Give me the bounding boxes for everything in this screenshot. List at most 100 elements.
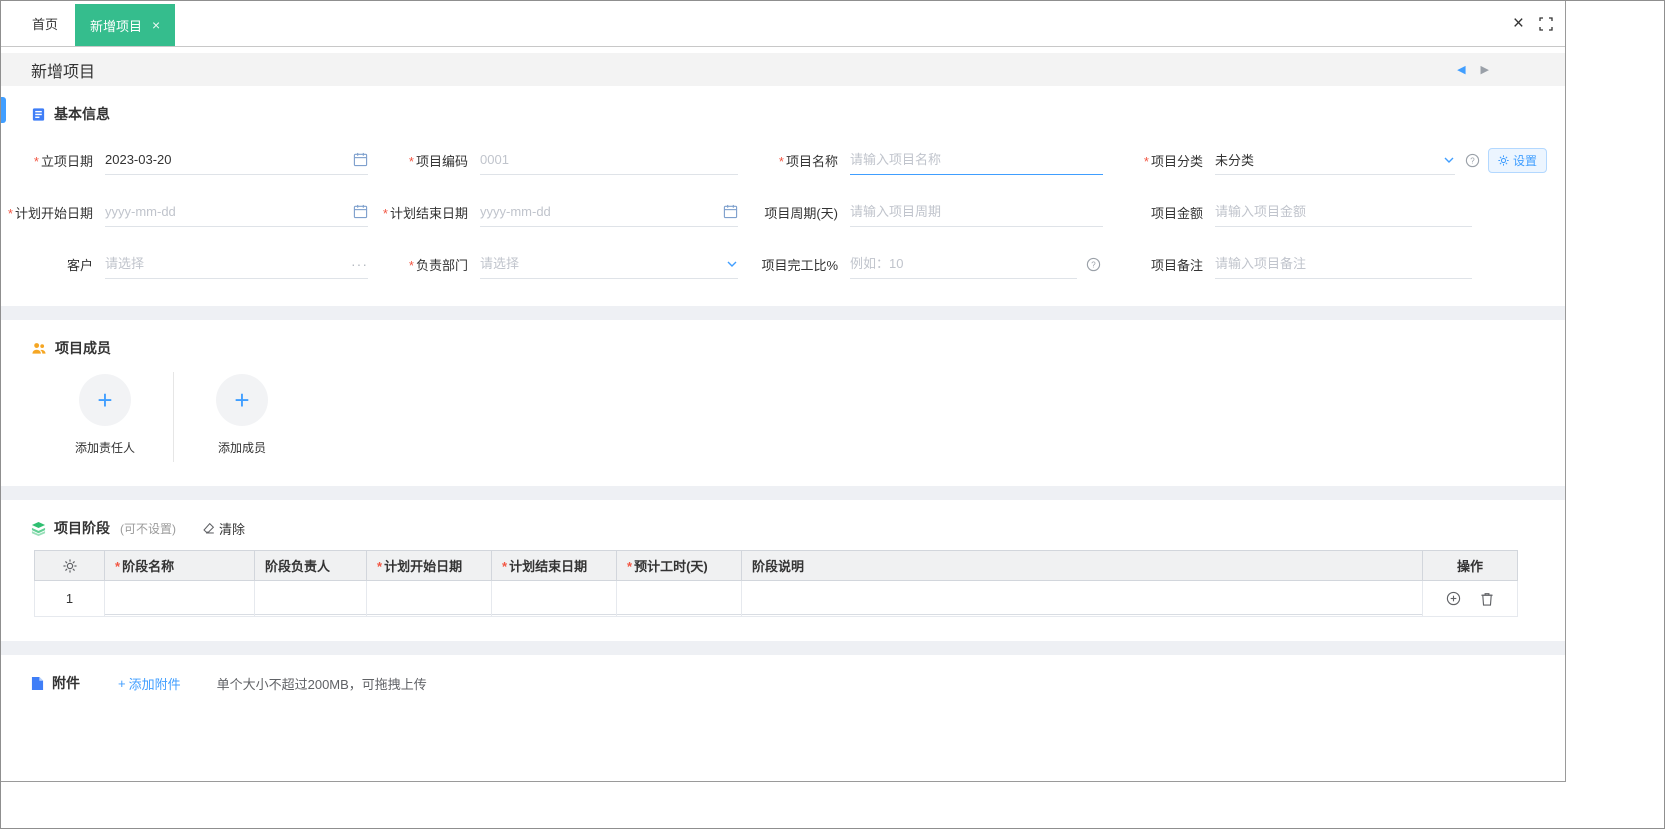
project-remark-label-text: 项目备注 <box>1150 257 1203 273</box>
phase-plan-end-input[interactable] <box>492 582 616 615</box>
field-plan-end: * 计划结束日期 <box>376 196 746 228</box>
clear-icon <box>202 522 215 535</box>
plan-end-control <box>480 197 738 227</box>
clear-phases-button[interactable]: 清除 <box>202 519 245 538</box>
phase-est-hours-input[interactable] <box>617 582 741 615</box>
row-actions <box>1422 580 1518 617</box>
plan-end-label-text: 计划结束日期 <box>389 205 468 221</box>
completion-pct-label-text: 项目完工比% <box>761 257 838 273</box>
chevron-down-icon[interactable] <box>1443 154 1455 166</box>
project-period-input[interactable] <box>850 197 1103 226</box>
field-project-remark: 项目备注 <box>1111 248 1565 280</box>
field-project-date: * 立项日期 <box>1 144 376 176</box>
add-member-label: 添加成员 <box>217 441 266 455</box>
phase-table: * 阶段名称 阶段负责人 * 计划开始日期 * 计划结束日期 * 预计工时(天) 阶段说… <box>34 550 1518 617</box>
phase-plan-start-input[interactable] <box>367 582 491 615</box>
svg-text:?: ? <box>1470 156 1475 165</box>
plan-start-input[interactable] <box>105 197 347 226</box>
page-title: 新增项目 <box>31 63 96 81</box>
project-name-input[interactable] <box>850 145 1103 174</box>
close-icon[interactable]: × <box>1513 14 1524 33</box>
project-remark-input[interactable] <box>1215 249 1472 278</box>
attachment-icon <box>31 676 44 691</box>
add-attachment-button[interactable]: + 添加附件 <box>118 674 181 693</box>
project-remark-label: 项目备注 <box>1111 255 1215 274</box>
add-owner-button[interactable]: + 添加责任人 <box>51 374 159 456</box>
col-header-text: 计划开始日期 <box>384 559 463 574</box>
next-arrow-icon[interactable]: ▶ <box>1481 63 1489 76</box>
department-label: * 负责部门 <box>376 255 480 274</box>
project-date-control <box>105 145 368 175</box>
project-code-input[interactable] <box>480 145 738 174</box>
tab-new-project[interactable]: 新增项目 × <box>75 4 176 46</box>
prev-arrow-icon[interactable]: ◀ <box>1457 63 1465 76</box>
project-remark-control <box>1215 249 1472 279</box>
fullscreen-icon[interactable] <box>1539 16 1553 31</box>
required-mark: * <box>408 153 414 169</box>
project-date-input[interactable] <box>105 145 347 174</box>
project-category-select[interactable] <box>1215 145 1437 174</box>
app-window: 首页 新增项目 × × 新增项目 ◀ ▶ 基本信息 * 立项日期 2023-03… <box>1 1 1566 782</box>
section-divider <box>1 306 1565 320</box>
add-owner-label: 添加责任人 <box>74 441 135 455</box>
field-project-code: * 项目编码 <box>376 144 746 176</box>
add-member-circle[interactable]: + <box>216 374 268 426</box>
tab-bar: 首页 新增项目 × × <box>1 1 1565 47</box>
chevron-down-icon[interactable] <box>726 258 738 270</box>
add-member-button[interactable]: + 添加成员 <box>188 374 296 456</box>
add-owner-circle[interactable]: + <box>79 374 131 426</box>
project-category-label: * 项目分类 <box>1111 151 1215 170</box>
department-select[interactable] <box>480 249 720 278</box>
phases-icon <box>31 521 46 536</box>
field-customer: 客户 ··· <box>1 248 376 280</box>
help-icon[interactable]: ? <box>1465 153 1480 168</box>
customer-label: 客户 <box>1 255 105 274</box>
basic-info-header: 基本信息 <box>1 86 1565 124</box>
help-icon[interactable]: ? <box>1086 257 1101 272</box>
sidebar-toggle[interactable] <box>1 97 6 123</box>
add-attachment-label: 添加附件 <box>128 676 181 692</box>
column-settings-gear-icon[interactable] <box>62 559 77 573</box>
row-index: 1 <box>34 580 105 617</box>
add-row-icon[interactable] <box>1446 591 1461 606</box>
department-control <box>480 249 738 279</box>
project-date-label-text: 立项日期 <box>40 153 93 169</box>
customer-input[interactable] <box>105 249 345 278</box>
project-amount-label: 项目金额 <box>1111 203 1215 222</box>
phase-row: 1 <box>34 580 1518 617</box>
basic-info-icon <box>31 107 46 122</box>
completion-pct-label: 项目完工比% <box>746 255 850 274</box>
phase-name-input[interactable] <box>105 582 254 615</box>
project-period-label: 项目周期(天) <box>746 203 850 222</box>
ellipsis-picker-icon[interactable]: ··· <box>351 256 368 272</box>
tab-new-project-label: 新增项目 <box>90 18 143 34</box>
plus-icon: + <box>118 675 126 691</box>
category-settings-button[interactable]: 设置 <box>1487 147 1547 173</box>
plan-end-input[interactable] <box>480 197 717 226</box>
field-project-amount: 项目金额 <box>1111 196 1565 228</box>
delete-row-icon[interactable] <box>1480 591 1494 606</box>
field-project-category: *项目分类 ? 设置 <box>1111 144 1565 176</box>
members-header: 项目成员 <box>1 320 1565 358</box>
main-content: 基本信息 *立项日期 *项目编码 <box>1 86 1565 781</box>
project-name-label-text: 项目名称 <box>785 153 838 169</box>
phase-owner-input[interactable] <box>255 582 366 615</box>
phases-header: 项目阶段 (可不设置) 清除 <box>1 500 1565 538</box>
completion-pct-input[interactable] <box>850 249 1077 278</box>
members-icon <box>31 341 47 356</box>
project-amount-input[interactable] <box>1215 197 1472 226</box>
required-mark: * <box>1143 153 1149 169</box>
phase-description-input[interactable] <box>742 582 1422 615</box>
tab-close-icon[interactable]: × <box>152 18 160 32</box>
gear-icon <box>1498 154 1509 166</box>
tab-home[interactable]: 首页 <box>15 1 75 46</box>
calendar-icon[interactable] <box>353 204 368 219</box>
calendar-icon[interactable] <box>723 204 738 219</box>
window-controls: × <box>1513 14 1565 33</box>
required-mark: * <box>502 559 508 574</box>
form-row-2: *计划开始日期 *计划结束日期 <box>1 196 1565 228</box>
col-header-plan-start: * 计划开始日期 <box>366 550 492 581</box>
calendar-icon[interactable] <box>353 152 368 167</box>
required-mark: * <box>377 559 383 574</box>
plus-icon: + <box>234 385 250 415</box>
